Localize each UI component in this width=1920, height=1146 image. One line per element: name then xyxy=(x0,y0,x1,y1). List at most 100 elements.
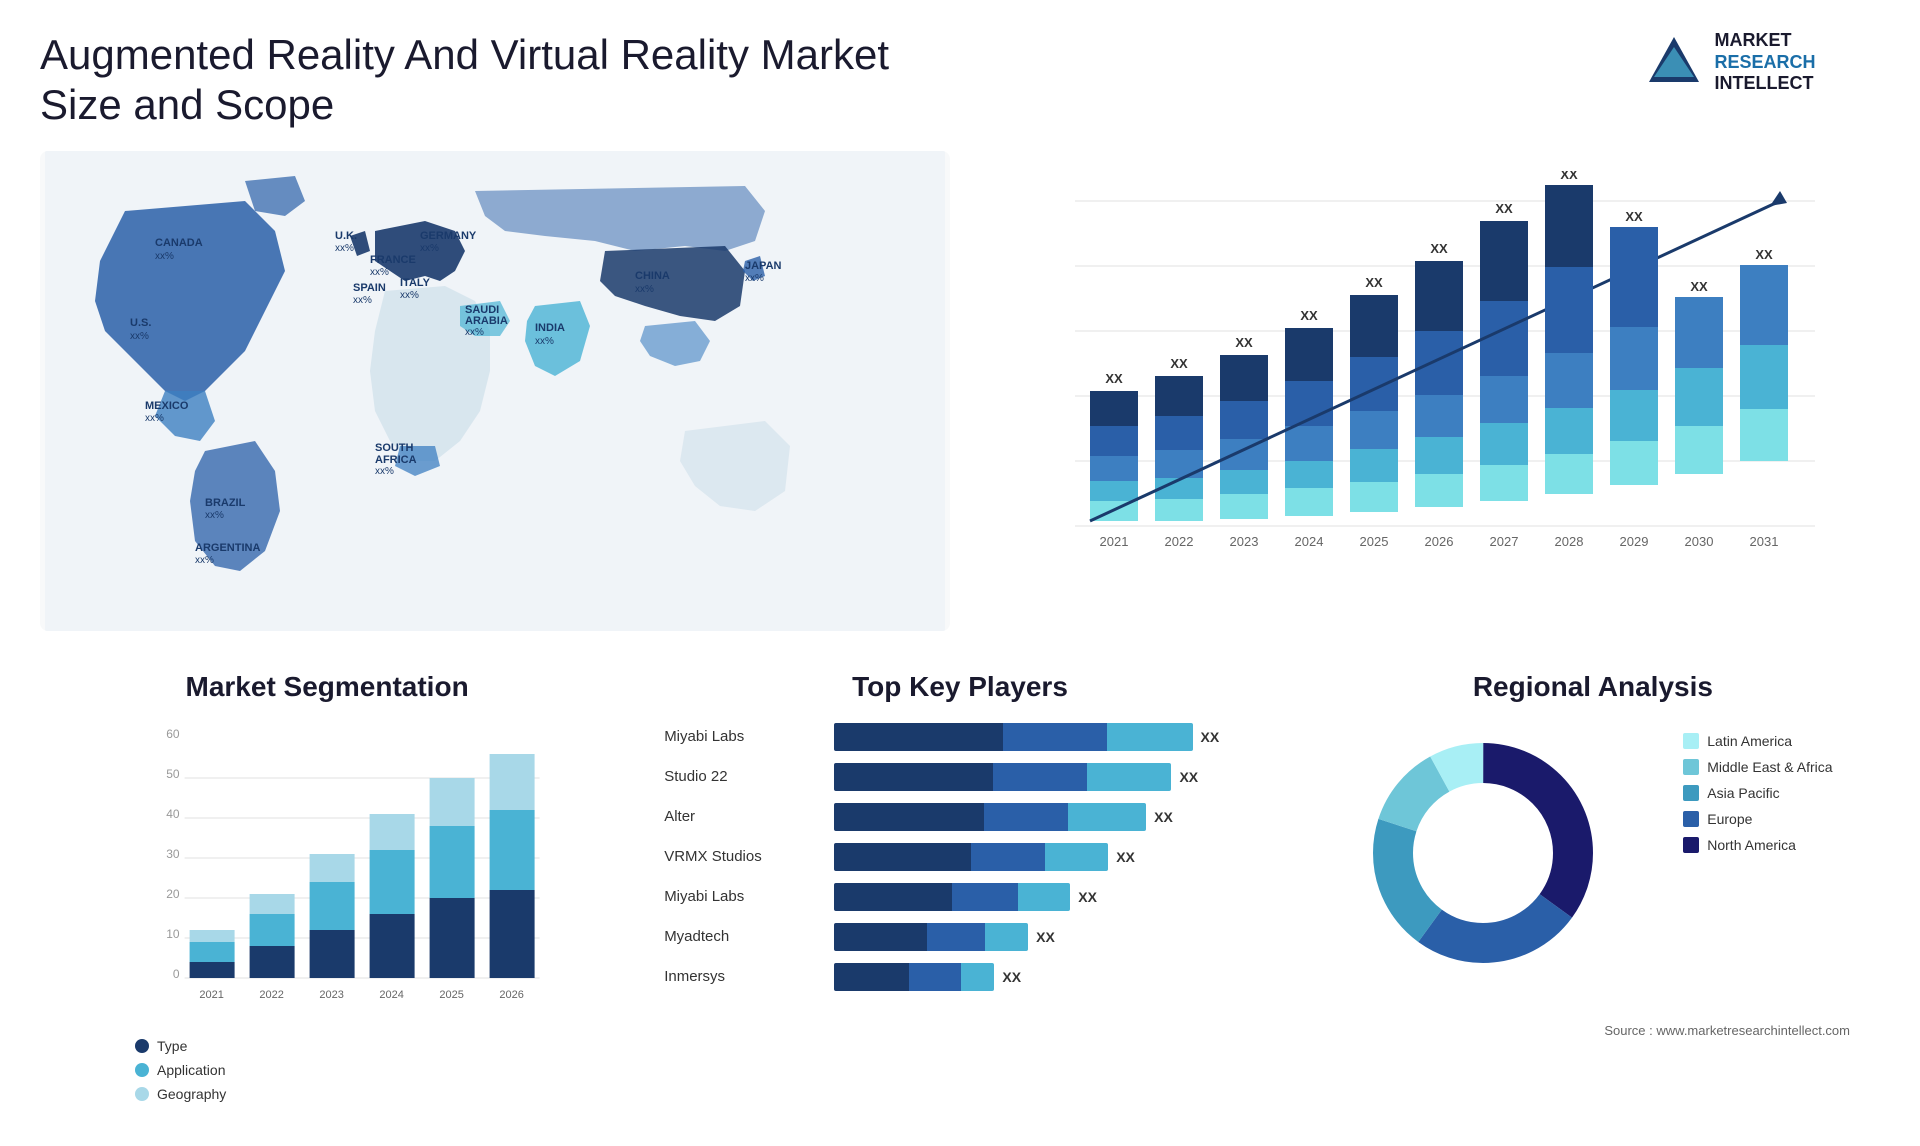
world-map: CANADA xx% U.S. xx% MEXICO xx% BRAZIL xx… xyxy=(40,151,950,631)
player-bar-5 xyxy=(834,923,1028,951)
player-bar-seg2-6 xyxy=(909,963,960,991)
svg-text:2021: 2021 xyxy=(1100,534,1129,549)
player-bar-seg3-3 xyxy=(1045,843,1108,871)
country-label-safrica2: AFRICA xyxy=(375,454,417,466)
player-bar-container-0: XX xyxy=(834,723,1256,751)
country-value-us: xx% xyxy=(130,331,149,342)
svg-text:XX: XX xyxy=(1625,209,1643,224)
svg-text:0: 0 xyxy=(173,967,180,981)
country-value-germany: xx% xyxy=(420,243,439,254)
regional-legend-mea: Middle East & Africa xyxy=(1683,759,1832,775)
player-row-0: Miyabi Labs XX xyxy=(664,723,1256,751)
player-name-5: Myadtech xyxy=(664,928,824,945)
country-label-mexico: MEXICO xyxy=(145,400,189,412)
player-name-1: Studio 22 xyxy=(664,768,824,785)
player-bar-seg3-1 xyxy=(1087,763,1171,791)
regional-legend-europe: Europe xyxy=(1683,811,1832,827)
player-bar-6 xyxy=(834,963,994,991)
source-text: Source : www.marketresearchintellect.com xyxy=(1326,1023,1860,1038)
player-bar-container-5: XX xyxy=(834,923,1256,951)
player-bar-seg1-1 xyxy=(834,763,993,791)
player-bar-seg3-0 xyxy=(1107,723,1193,751)
logo-icon xyxy=(1644,32,1704,92)
country-label-germany: GERMANY xyxy=(420,230,477,242)
logo: MARKET RESEARCH INTELLECT xyxy=(1580,30,1880,95)
player-row-3: VRMX Studios XX xyxy=(664,843,1256,871)
player-bar-container-4: XX xyxy=(834,883,1256,911)
northamerica-label: North America xyxy=(1707,837,1796,853)
player-bar-seg2-3 xyxy=(971,843,1045,871)
country-value-japan: xx% xyxy=(745,273,764,284)
svg-text:XX: XX xyxy=(1365,275,1383,290)
country-label-saudi2: ARABIA xyxy=(465,315,508,327)
player-bar-container-1: XX xyxy=(834,763,1256,791)
player-name-2: Alter xyxy=(664,808,824,825)
player-bar-2 xyxy=(834,803,1146,831)
player-row-4: Miyabi Labs XX xyxy=(664,883,1256,911)
svg-text:40: 40 xyxy=(166,807,180,821)
europe-label: Europe xyxy=(1707,811,1752,827)
seg-chart-svg: 0 10 20 30 40 50 60 xyxy=(95,723,604,1023)
donut-svg xyxy=(1353,723,1613,983)
mea-label: Middle East & Africa xyxy=(1707,759,1832,775)
apac-label: Asia Pacific xyxy=(1707,785,1779,801)
player-bar-seg1-3 xyxy=(834,843,971,871)
svg-text:XX: XX xyxy=(1170,356,1188,371)
player-bar-seg3-6 xyxy=(961,963,995,991)
country-label-france: FRANCE xyxy=(370,254,416,266)
country-label-brazil: BRAZIL xyxy=(205,497,246,509)
svg-text:2026: 2026 xyxy=(1425,534,1454,549)
latam-label: Latin America xyxy=(1707,733,1792,749)
player-list: Miyabi Labs XX Studio 22 xyxy=(664,723,1256,1003)
legend-application-dot xyxy=(135,1063,149,1077)
svg-text:30: 30 xyxy=(166,847,180,861)
player-row-5: Myadtech XX xyxy=(664,923,1256,951)
player-name-0: Miyabi Labs xyxy=(664,728,824,745)
player-xx-1: XX xyxy=(1179,769,1198,785)
svg-text:2031: 2031 xyxy=(1750,534,1779,549)
regional-title: Regional Analysis xyxy=(1473,671,1713,703)
svg-text:50: 50 xyxy=(166,767,180,781)
country-label-italy: ITALY xyxy=(400,277,431,289)
player-bar-seg2-1 xyxy=(993,763,1087,791)
svg-text:XX: XX xyxy=(1495,201,1513,216)
player-name-4: Miyabi Labs xyxy=(664,888,824,905)
country-value-saudi: xx% xyxy=(465,327,484,338)
svg-text:2022: 2022 xyxy=(259,989,283,1001)
player-xx-5: XX xyxy=(1036,929,1055,945)
country-value-canada: xx% xyxy=(155,251,174,262)
donut-chart xyxy=(1353,723,1633,1003)
regional-legend-apac: Asia Pacific xyxy=(1683,785,1832,801)
player-name-3: VRMX Studios xyxy=(664,848,824,865)
legend-application: Application xyxy=(135,1062,604,1078)
svg-text:2024: 2024 xyxy=(379,989,403,1001)
svg-text:XX: XX xyxy=(1690,279,1708,294)
europe-color xyxy=(1683,811,1699,827)
svg-text:20: 20 xyxy=(166,887,180,901)
player-bar-seg1-4 xyxy=(834,883,952,911)
country-label-canada: CANADA xyxy=(155,237,203,249)
players-section: Top Key Players Miyabi Labs XX xyxy=(644,661,1276,1112)
player-row-2: Alter XX xyxy=(664,803,1256,831)
player-bar-container-3: XX xyxy=(834,843,1256,871)
regional-legend-northamerica: North America xyxy=(1683,837,1832,853)
country-value-india: xx% xyxy=(535,336,554,347)
northamerica-color xyxy=(1683,837,1699,853)
logo-box: MARKET RESEARCH INTELLECT xyxy=(1644,30,1815,95)
svg-text:2027: 2027 xyxy=(1490,534,1519,549)
player-bar-seg2-0 xyxy=(1003,723,1107,751)
country-value-france: xx% xyxy=(370,267,389,278)
player-bar-seg1-2 xyxy=(834,803,984,831)
player-xx-6: XX xyxy=(1002,969,1021,985)
regional-legend: Latin America Middle East & Africa Asia … xyxy=(1683,733,1832,853)
bar-chart-section: XX 2021 XX 2022 xyxy=(970,151,1880,631)
player-xx-3: XX xyxy=(1116,849,1135,865)
bottom-row: Market Segmentation 0 10 20 30 40 50 60 xyxy=(40,661,1880,1122)
country-label-spain: SPAIN xyxy=(353,282,386,294)
legend-type-label: Type xyxy=(157,1038,187,1054)
country-label-china: CHINA xyxy=(635,270,670,282)
player-bar-3 xyxy=(834,843,1108,871)
svg-text:XX: XX xyxy=(1300,308,1318,323)
player-bar-seg1-5 xyxy=(834,923,927,951)
svg-text:2025: 2025 xyxy=(439,989,463,1001)
